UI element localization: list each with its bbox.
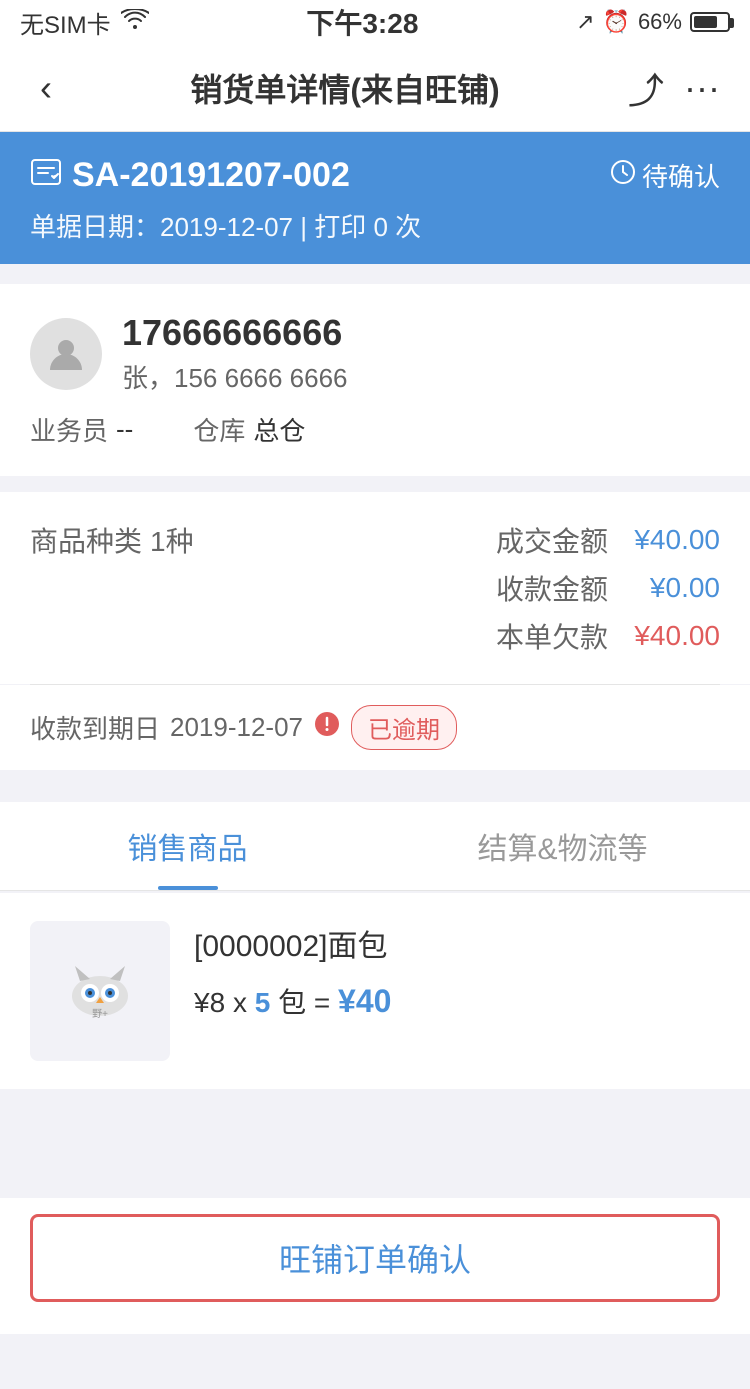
customer-row: 17666666666 张，156 6666 6666 bbox=[30, 312, 720, 395]
product-name: [0000002]面包 bbox=[194, 921, 720, 965]
owed-amount-label: 本单欠款 bbox=[496, 616, 608, 656]
receipt-amount-item: 收款金额 ¥0.00 bbox=[496, 568, 720, 608]
location-icon: ↗ bbox=[576, 9, 594, 35]
tab-settlement-logistics[interactable]: 结算&物流等 bbox=[375, 802, 750, 890]
product-info: [0000002]面包 ¥8 x 5 包 = ¥40 bbox=[194, 921, 720, 1061]
battery-icon bbox=[690, 12, 730, 32]
order-status: 待确认 bbox=[610, 157, 720, 194]
avatar bbox=[30, 318, 102, 390]
customer-name: 张，156 6666 6666 bbox=[122, 358, 348, 395]
status-right: ↗ ⏰ 66% bbox=[576, 9, 730, 35]
warehouse-item: 仓库 总仓 bbox=[193, 411, 305, 448]
nav-actions: ⤴ ··· bbox=[628, 62, 720, 114]
product-thumbnail: 野+ bbox=[30, 921, 170, 1061]
warehouse-value: 总仓 bbox=[253, 411, 305, 448]
product-section: 野+ [0000002]面包 ¥8 x 5 包 = ¥40 bbox=[0, 893, 750, 1089]
order-icon bbox=[30, 156, 62, 195]
product-type-item: 商品种类 1种 bbox=[30, 520, 194, 560]
receipt-amount-value: ¥0.00 bbox=[620, 572, 720, 604]
receipt-amount-label: 收款金额 bbox=[496, 568, 608, 608]
due-date-label: 收款到期日 bbox=[30, 709, 160, 746]
summary-section: 商品种类 1种 成交金额 ¥40.00 收款金额 ¥0.00 本单欠款 ¥40.… bbox=[0, 492, 750, 684]
due-alert-icon bbox=[313, 710, 341, 745]
divider-1 bbox=[0, 476, 750, 492]
customer-section: 17666666666 张，156 6666 6666 业务员 -- 仓库 总仓 bbox=[0, 284, 750, 476]
svg-text:野+: 野+ bbox=[92, 1008, 108, 1020]
due-date-value: 2019-12-07 bbox=[170, 712, 303, 743]
order-id: SA-20191207-002 bbox=[30, 156, 350, 195]
alarm-icon: ⏰ bbox=[603, 9, 630, 35]
owed-amount-value: ¥40.00 bbox=[620, 620, 720, 652]
customer-meta: 业务员 -- 仓库 总仓 bbox=[30, 411, 720, 448]
product-logo: 野+ bbox=[60, 961, 140, 1021]
order-id-row: SA-20191207-002 待确认 bbox=[30, 156, 720, 195]
carrier-text: 无SIM卡 bbox=[20, 5, 111, 40]
more-button[interactable]: ··· bbox=[684, 67, 720, 109]
warehouse-label: 仓库 bbox=[193, 411, 245, 448]
tabs-section: 销售商品 结算&物流等 bbox=[0, 802, 750, 891]
order-header: SA-20191207-002 待确认 单据日期：2019-12-07 | 打印… bbox=[0, 132, 750, 264]
customer-info: 17666666666 张，156 6666 6666 bbox=[122, 312, 348, 395]
tabs-row: 销售商品 结算&物流等 bbox=[0, 802, 750, 890]
back-button[interactable]: ‹ bbox=[30, 57, 62, 119]
owed-amount-item: 本单欠款 ¥40.00 bbox=[496, 616, 720, 656]
bottom-button-container: 旺铺订单确认 bbox=[0, 1198, 750, 1334]
confirm-order-button[interactable]: 旺铺订单确认 bbox=[30, 1214, 720, 1302]
share-button[interactable]: ⤴ bbox=[628, 62, 664, 114]
salesperson-value: -- bbox=[116, 414, 133, 445]
deal-amount-item: 成交金额 ¥40.00 bbox=[496, 520, 720, 560]
tab-sales-products[interactable]: 销售商品 bbox=[0, 802, 375, 890]
product-type-label: 商品种类 bbox=[30, 520, 142, 560]
wifi-icon bbox=[121, 8, 149, 36]
page-title: 销货单详情(来自旺铺) bbox=[190, 65, 499, 111]
product-total: ¥40 bbox=[338, 983, 391, 1019]
status-time: 下午3:28 bbox=[306, 2, 418, 42]
nav-bar: ‹ 销货单详情(来自旺铺) ⤴ ··· bbox=[0, 44, 750, 132]
deal-amount-value: ¥40.00 bbox=[620, 524, 720, 556]
product-price: ¥8 x 5 包 = ¥40 bbox=[194, 981, 720, 1021]
status-bar: 无SIM卡 下午3:28 ↗ ⏰ 66% bbox=[0, 0, 750, 44]
summary-row: 商品种类 1种 成交金额 ¥40.00 收款金额 ¥0.00 本单欠款 ¥40.… bbox=[30, 520, 720, 656]
status-clock-icon bbox=[610, 159, 636, 192]
divider-2 bbox=[0, 770, 750, 786]
customer-phone: 17666666666 bbox=[122, 312, 348, 354]
summary-right: 成交金额 ¥40.00 收款金额 ¥0.00 本单欠款 ¥40.00 bbox=[496, 520, 720, 656]
summary-left: 商品种类 1种 bbox=[30, 520, 194, 560]
product-type-value: 1种 bbox=[150, 520, 194, 560]
product-qty: 5 bbox=[255, 987, 271, 1018]
deal-amount-label: 成交金额 bbox=[496, 520, 608, 560]
salesperson-item: 业务员 -- bbox=[30, 411, 133, 448]
due-section: 收款到期日 2019-12-07 已逾期 bbox=[0, 685, 750, 770]
battery-percent: 66% bbox=[638, 9, 682, 35]
order-date-row: 单据日期：2019-12-07 | 打印 0 次 bbox=[30, 207, 720, 244]
status-left: 无SIM卡 bbox=[20, 5, 149, 40]
salesperson-label: 业务员 bbox=[30, 411, 108, 448]
overdue-badge: 已逾期 bbox=[351, 705, 457, 750]
